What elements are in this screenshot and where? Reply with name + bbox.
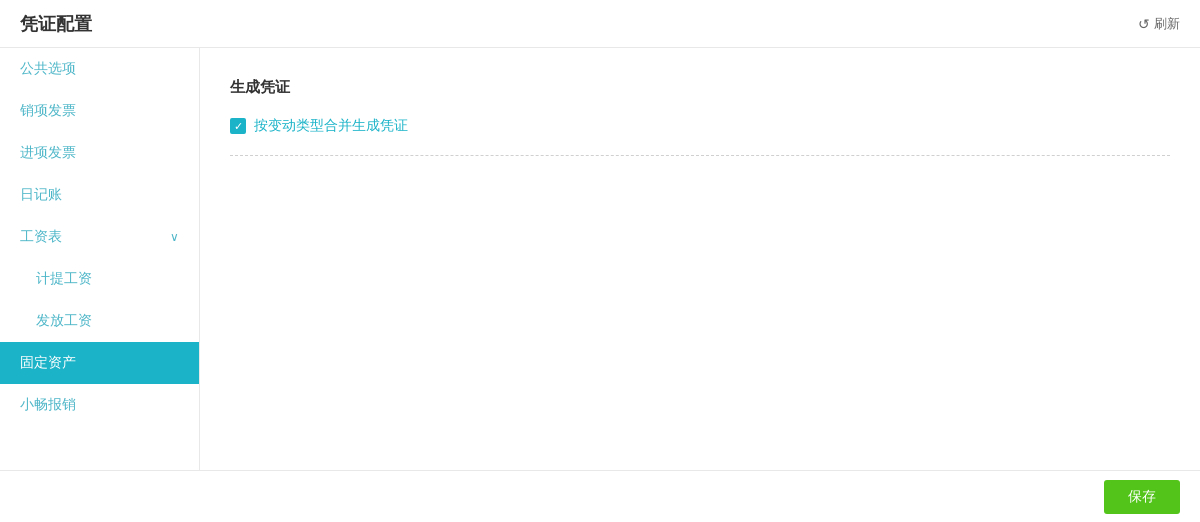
sidebar-item-label: 公共选项 — [20, 60, 76, 78]
sidebar-item-label: 进项发票 — [20, 144, 76, 162]
sidebar-item-label: 发放工资 — [36, 312, 92, 330]
checkbox-row: 按变动类型合并生成凭证 — [230, 117, 1170, 135]
save-button[interactable]: 保存 — [1104, 480, 1180, 514]
sidebar: 公共选项销项发票进项发票日记账工资表 ∨ 计提工资发放工资固定资产小畅报销 — [0, 48, 200, 470]
refresh-button[interactable]: ↺ 刷新 — [1138, 15, 1180, 33]
sidebar-item-journal[interactable]: 日记账 — [0, 174, 199, 216]
page-container: 凭证配置 ↺ 刷新 公共选项销项发票进项发票日记账工资表 ∨ 计提工资发放工资固定资… — [0, 0, 1200, 522]
chevron-down-icon: ∨ — [170, 230, 179, 244]
sidebar-item-payroll-pay[interactable]: 发放工资 — [0, 300, 199, 342]
sidebar-item-label: 小畅报销 — [20, 396, 76, 414]
sidebar-item-label: 工资表 — [20, 228, 62, 246]
sidebar-item-purchase-invoice[interactable]: 进项发票 — [0, 132, 199, 174]
page-title: 凭证配置 — [20, 12, 92, 36]
refresh-label: 刷新 — [1154, 15, 1180, 33]
page-body: 公共选项销项发票进项发票日记账工资表 ∨ 计提工资发放工资固定资产小畅报销 生成凭证… — [0, 48, 1200, 470]
checkbox-label: 按变动类型合并生成凭证 — [254, 117, 408, 135]
merge-by-type-checkbox[interactable] — [230, 118, 246, 134]
sidebar-item-label: 销项发票 — [20, 102, 76, 120]
sidebar-item-sales-invoice[interactable]: 销项发票 — [0, 90, 199, 132]
section-divider — [230, 155, 1170, 156]
sidebar-item-public-options[interactable]: 公共选项 — [0, 48, 199, 90]
sidebar-item-label: 日记账 — [20, 186, 62, 204]
page-header: 凭证配置 ↺ 刷新 — [0, 0, 1200, 48]
sidebar-item-fixed-assets[interactable]: 固定资产 — [0, 342, 199, 384]
refresh-icon: ↺ — [1138, 16, 1150, 32]
sidebar-item-payroll[interactable]: 工资表 ∨ — [0, 216, 199, 258]
sidebar-item-label: 计提工资 — [36, 270, 92, 288]
sidebar-item-payroll-advance[interactable]: 计提工资 — [0, 258, 199, 300]
section-title: 生成凭证 — [230, 78, 1170, 97]
sidebar-item-label: 固定资产 — [20, 354, 76, 372]
page-footer: 保存 — [0, 470, 1200, 522]
sidebar-item-expense-report[interactable]: 小畅报销 — [0, 384, 199, 426]
main-content: 生成凭证 按变动类型合并生成凭证 — [200, 48, 1200, 470]
